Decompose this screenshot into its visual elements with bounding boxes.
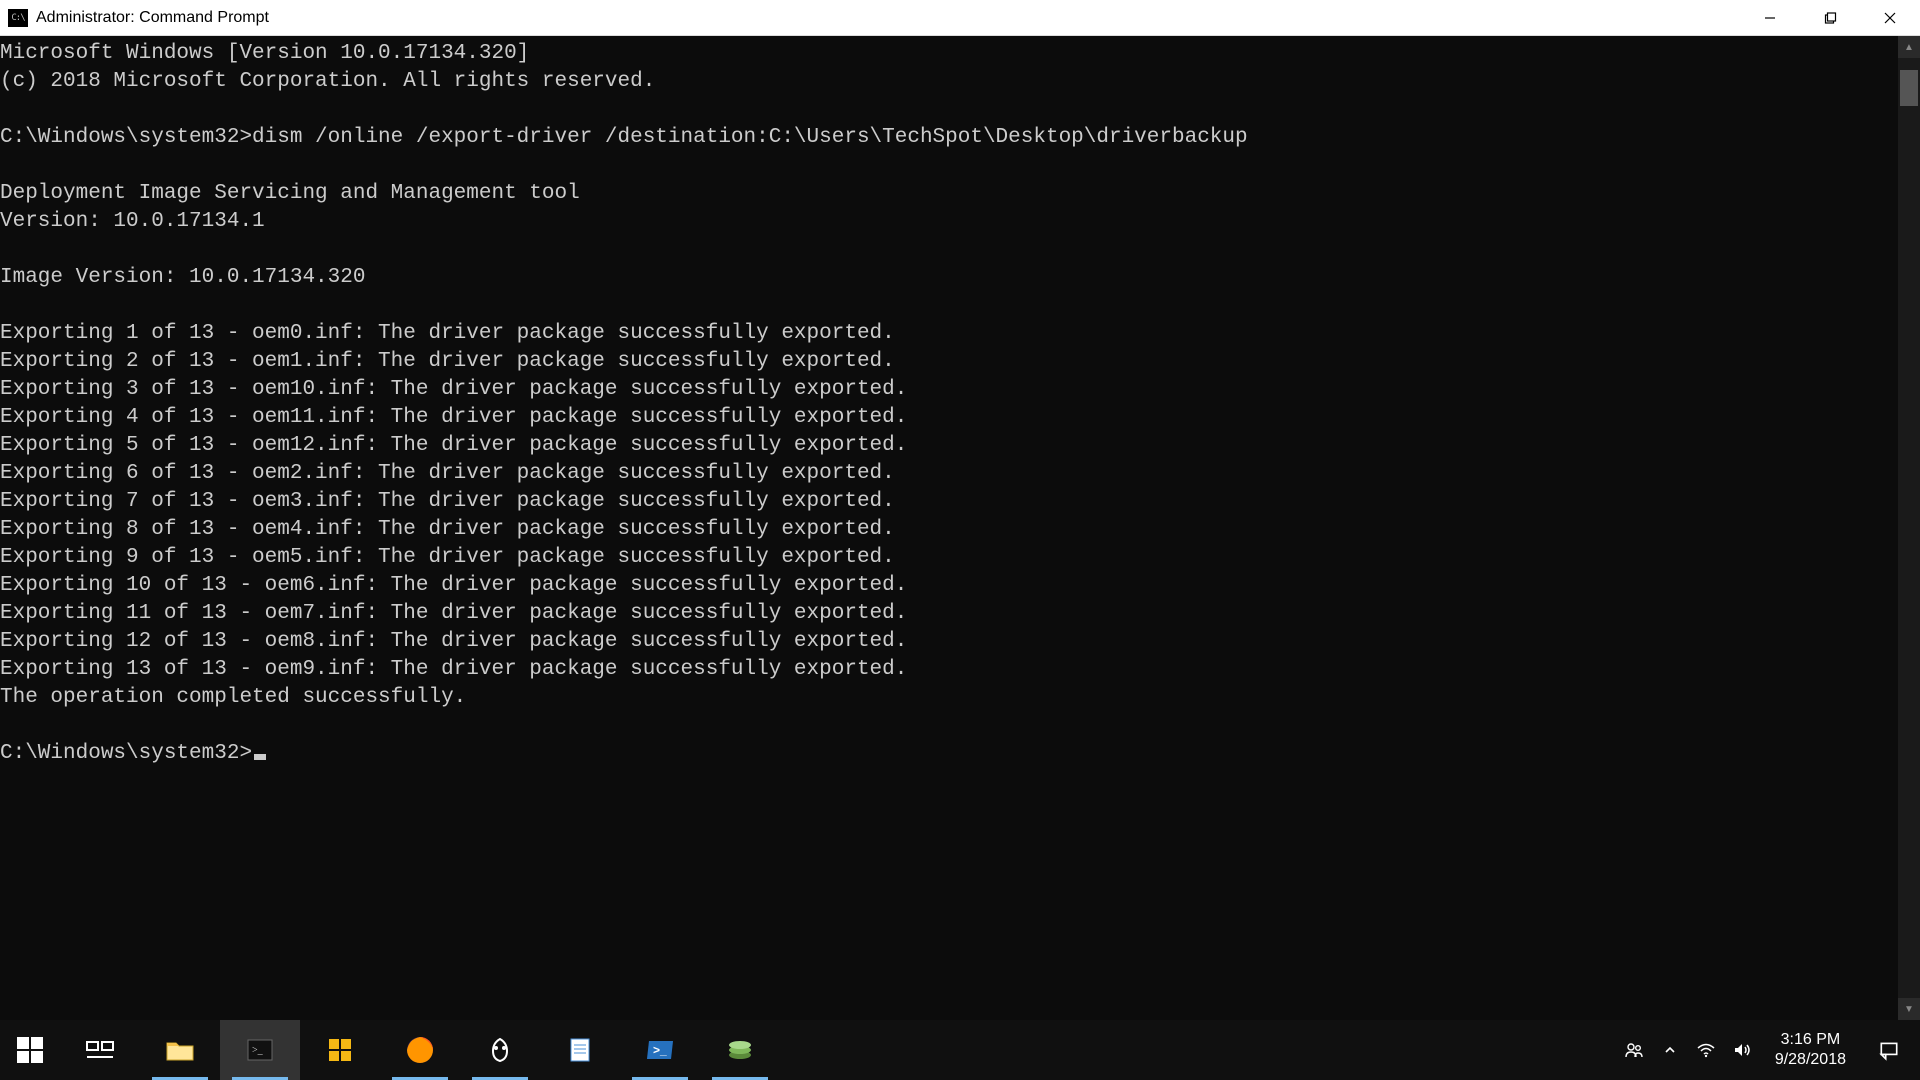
terminal-cursor	[254, 754, 266, 760]
scroll-thumb[interactable]	[1900, 70, 1918, 106]
folder-icon	[163, 1033, 197, 1067]
scroll-down-button[interactable]: ▼	[1898, 998, 1920, 1020]
firefox-taskbar[interactable]	[380, 1020, 460, 1080]
file-explorer-taskbar[interactable]	[140, 1020, 220, 1080]
action-center-button[interactable]	[1864, 1020, 1914, 1080]
taskbar: >_ >_ 3:16 PM 9/28/2018	[0, 1020, 1920, 1080]
volume-icon[interactable]	[1727, 1020, 1757, 1080]
close-button[interactable]	[1860, 0, 1920, 35]
clock-date: 9/28/2018	[1775, 1050, 1846, 1070]
app-taskbar-5[interactable]	[460, 1020, 540, 1080]
gitkraken-icon	[483, 1033, 517, 1067]
maximize-icon	[1823, 11, 1837, 25]
window-title: Administrator: Command Prompt	[36, 9, 1740, 27]
tray-overflow-button[interactable]	[1655, 1020, 1685, 1080]
window-buttons	[1740, 0, 1920, 35]
people-icon[interactable]	[1619, 1020, 1649, 1080]
minimize-icon	[1763, 11, 1777, 25]
svg-text:>_: >_	[252, 1045, 264, 1056]
puzzle-icon	[323, 1033, 357, 1067]
firefox-icon	[403, 1033, 437, 1067]
scroll-up-button[interactable]: ▲	[1898, 36, 1920, 58]
svg-text:>_: >_	[653, 1043, 667, 1057]
app-taskbar-3[interactable]	[300, 1020, 380, 1080]
titlebar[interactable]: C:\ Administrator: Command Prompt	[0, 0, 1920, 36]
app-taskbar-8[interactable]	[700, 1020, 780, 1080]
notification-icon	[1878, 1039, 1900, 1061]
taskbar-clock[interactable]: 3:16 PM 9/28/2018	[1763, 1030, 1858, 1070]
terminal-icon: >_	[243, 1033, 277, 1067]
notepad-taskbar[interactable]	[540, 1020, 620, 1080]
powershell-icon: >_	[643, 1033, 677, 1067]
terminal-prompt[interactable]: C:\Windows\system32>	[0, 742, 252, 765]
app-icon: C:\	[8, 9, 28, 27]
scroll-track[interactable]	[1898, 58, 1920, 998]
notepad-icon	[563, 1033, 597, 1067]
windows-logo-icon	[17, 1037, 43, 1063]
task-view-button[interactable]	[60, 1020, 140, 1080]
wifi-icon[interactable]	[1691, 1020, 1721, 1080]
terminal-output[interactable]: Microsoft Windows [Version 10.0.17134.32…	[0, 36, 1898, 1020]
powershell-taskbar[interactable]: >_	[620, 1020, 700, 1080]
system-tray: 3:16 PM 9/28/2018	[1619, 1020, 1920, 1080]
clock-time: 3:16 PM	[1775, 1030, 1846, 1050]
minimize-button[interactable]	[1740, 0, 1800, 35]
scrollbar[interactable]: ▲ ▼	[1898, 36, 1920, 1020]
terminal-area: Microsoft Windows [Version 10.0.17134.32…	[0, 36, 1920, 1020]
layers-icon	[723, 1033, 757, 1067]
start-button[interactable]	[0, 1020, 60, 1080]
close-icon	[1883, 11, 1897, 25]
command-prompt-window: C:\ Administrator: Command Prompt Micros…	[0, 0, 1920, 1020]
task-view-icon	[83, 1033, 117, 1067]
maximize-button[interactable]	[1800, 0, 1860, 35]
command-prompt-taskbar[interactable]: >_	[220, 1020, 300, 1080]
